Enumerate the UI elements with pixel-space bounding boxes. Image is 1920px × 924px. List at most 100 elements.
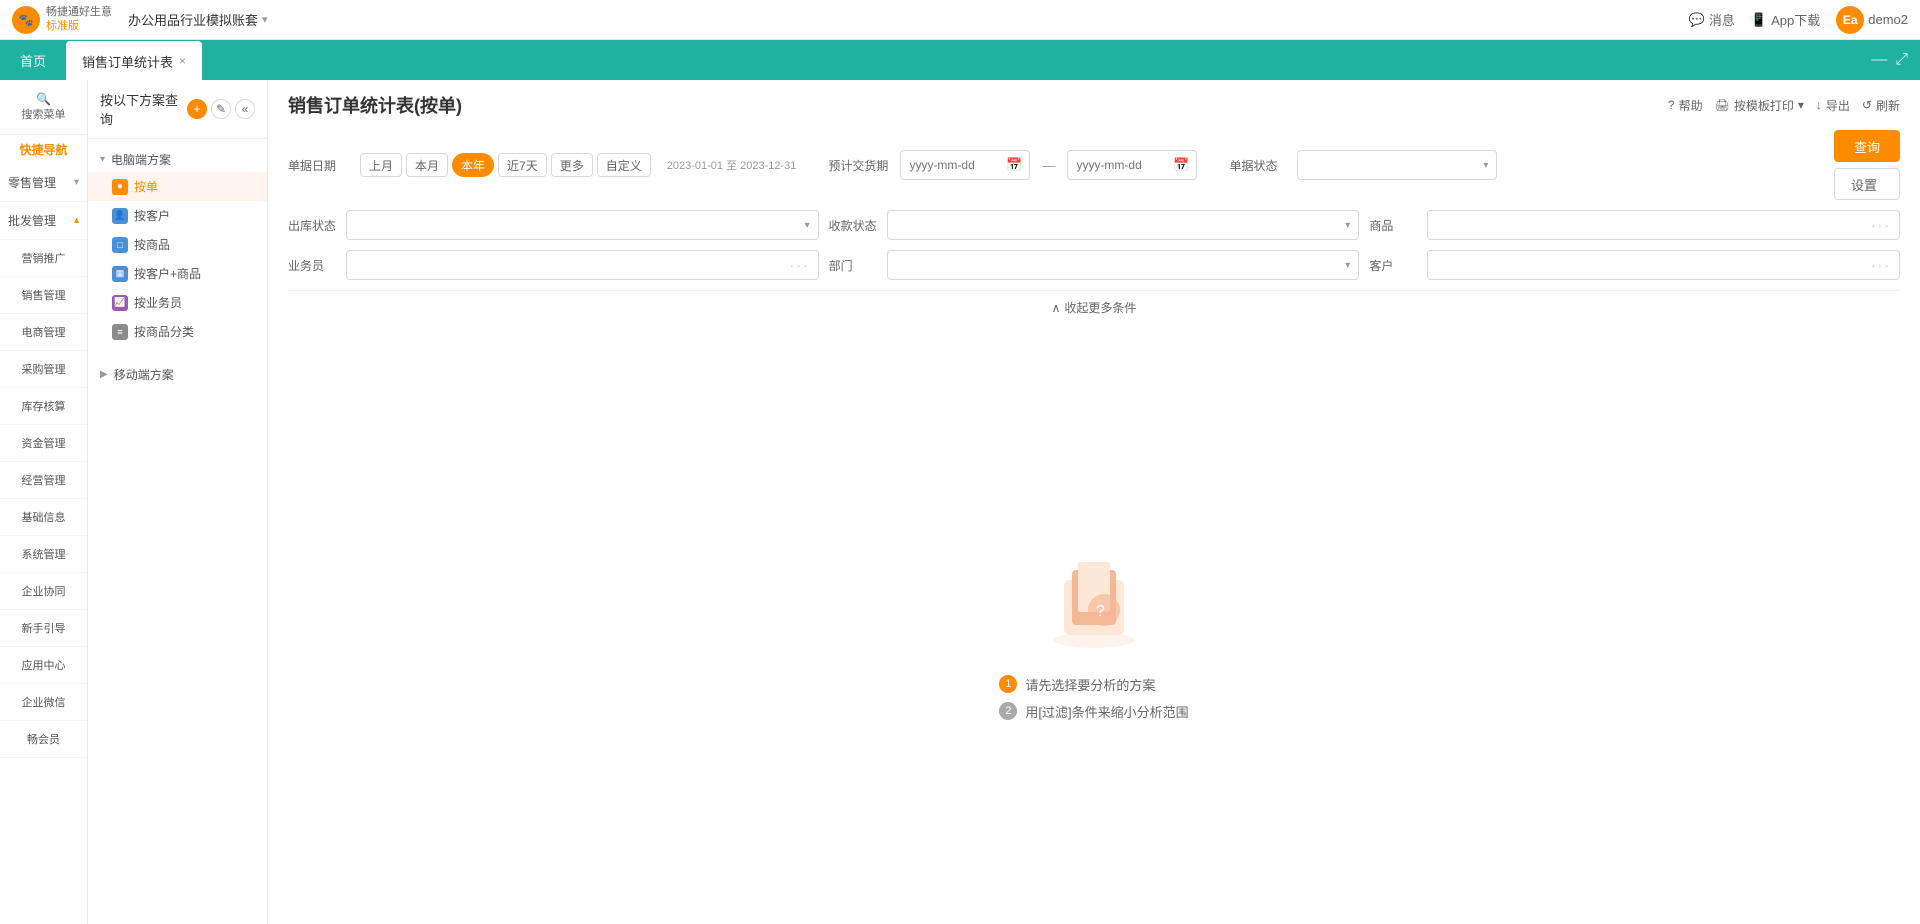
sidebar-item-purchase[interactable]: 采购管理 <box>0 351 87 388</box>
chevron-right-icon: ▶ <box>100 369 108 380</box>
sidebar-item-member[interactable]: 畅会员 <box>0 721 87 758</box>
expected-date-end-wrapper: 📅 <box>1067 150 1197 180</box>
print-button[interactable]: 🖨 按模板打印 ▾ <box>1715 97 1804 114</box>
customer-input[interactable]: ··· <box>1427 250 1900 280</box>
dept-field: 部门 ▾ <box>829 250 1360 280</box>
salesman-input[interactable]: ··· <box>346 250 819 280</box>
sidebar-item-retail[interactable]: 零售管理 ▾ <box>0 164 87 202</box>
out-status-field: 出库状态 ▾ <box>288 210 819 240</box>
sidebar-item-wholesale[interactable]: 批发管理 ▴ <box>0 202 87 240</box>
sidebar-item-app-center[interactable]: 应用中心 <box>0 647 87 684</box>
tab-expand-icon[interactable]: ⤢ <box>1895 51 1908 69</box>
quick-date-this-year[interactable]: 本年 <box>452 153 494 177</box>
sidebar-item-marketing[interactable]: 营销推广 <box>0 240 87 277</box>
scheme-item-icon: ≡ <box>112 324 128 340</box>
quick-date-more[interactable]: 更多 <box>551 153 593 177</box>
tip-num-1: 1 <box>999 675 1017 693</box>
dept-select[interactable]: ▾ <box>887 250 1360 280</box>
scheme-panel: 按以下方案查询 + ✎ « ▾ 电脑端方案 ● 按单 👤 按 <box>88 80 268 924</box>
scheme-item-icon: ▦ <box>112 266 128 282</box>
tab-minimize-icon[interactable]: — <box>1871 51 1887 69</box>
sidebar-item-guide[interactable]: 新手引导 <box>0 610 87 647</box>
calendar-icon-2: 📅 <box>1173 157 1189 173</box>
bill-status-select[interactable]: ▾ <box>1297 150 1497 180</box>
user-menu[interactable]: Ea demo2 <box>1836 6 1908 34</box>
sidebar-item-wechat[interactable]: 企业微信 <box>0 684 87 721</box>
scheme-item-by-order[interactable]: ● 按单 <box>88 172 267 201</box>
out-status-select[interactable]: ▾ <box>346 210 819 240</box>
message-icon: 💬 <box>1689 12 1705 28</box>
avatar: Ea <box>1836 6 1864 34</box>
scheme-add-button[interactable]: + <box>187 99 207 119</box>
ellipsis-icon: ··· <box>1871 217 1891 233</box>
scheme-item-by-salesman[interactable]: 📈 按业务员 <box>88 288 267 317</box>
bill-status-label: 单据状态 <box>1229 157 1285 174</box>
help-button[interactable]: ? 帮助 <box>1668 97 1703 114</box>
goods-input[interactable]: ··· <box>1427 210 1900 240</box>
select-arrow-icon: ▾ <box>805 220 810 231</box>
date-label: 单据日期 <box>288 157 344 174</box>
search-menu-button[interactable]: 🔍 搜索菜单 <box>8 88 79 126</box>
collapse-bar[interactable]: ∧ 收起更多条件 <box>288 290 1900 324</box>
empty-state: ? 1 请先选择要分析的方案 2 用[过滤]条件来缩小分析范围 <box>268 336 1920 924</box>
message-button[interactable]: 💬 消息 <box>1689 10 1735 29</box>
page-title-row: 销售订单统计表(按单) ? 帮助 🖨 按模板打印 ▾ ↓ <box>288 92 1900 118</box>
query-settings-btns: 查询 设置 <box>1834 130 1900 200</box>
page-title: 销售订单统计表(按单) <box>288 92 462 118</box>
phone-icon: 📱 <box>1751 12 1767 28</box>
expected-date-start-wrapper: 📅 <box>900 150 1030 180</box>
ellipsis-icon: ··· <box>1871 257 1891 273</box>
logo-text: 畅捷通好生意 标准版 <box>46 6 112 32</box>
export-button[interactable]: ↓ 导出 <box>1816 97 1850 114</box>
quick-date-last-month[interactable]: 上月 <box>360 153 402 177</box>
scheme-collapse-button[interactable]: « <box>235 99 255 119</box>
sidebar-item-enterprise-collab[interactable]: 企业协同 <box>0 573 87 610</box>
filter-row-2: 出库状态 ▾ 收款状态 ▾ <box>288 210 1900 240</box>
app-download-button[interactable]: 📱 App下载 <box>1751 10 1820 29</box>
scheme-panel-actions: + ✎ « <box>187 99 255 119</box>
scheme-section-desktop: ▾ 电脑端方案 ● 按单 👤 按客户 □ 按商品 ▦ 按客户+商品 <box>88 139 267 354</box>
tab-home[interactable]: 首页 <box>0 40 66 80</box>
quick-date-custom[interactable]: 自定义 <box>597 153 651 177</box>
receipt-status-select[interactable]: ▾ <box>887 210 1360 240</box>
tab-close-icon[interactable]: × <box>179 54 186 68</box>
sidebar-item-ecommerce[interactable]: 电商管理 <box>0 314 87 351</box>
expected-delivery-label: 预计交货期 <box>828 157 888 174</box>
sidebar-item-sales[interactable]: 销售管理 <box>0 277 87 314</box>
scheme-item-by-customer-goods[interactable]: ▦ 按客户+商品 <box>88 259 267 288</box>
tip-num-2: 2 <box>999 702 1017 720</box>
scheme-item-by-category[interactable]: ≡ 按商品分类 <box>88 317 267 346</box>
logo-icon: 🐾 <box>12 6 40 34</box>
sidebar-item-finance[interactable]: 资金管理 <box>0 425 87 462</box>
customer-field: 客户 ··· <box>1369 250 1900 280</box>
scheme-edit-button[interactable]: ✎ <box>211 99 231 119</box>
query-button[interactable]: 查询 <box>1834 130 1900 162</box>
sidebar-search-area: 🔍 搜索菜单 <box>0 80 87 135</box>
settings-button[interactable]: 设置 <box>1834 168 1900 200</box>
help-icon: ? <box>1668 98 1675 112</box>
scheme-panel-header: 按以下方案查询 + ✎ « <box>88 80 267 139</box>
quick-date-this-month[interactable]: 本月 <box>406 153 448 177</box>
sidebar-item-operations[interactable]: 经营管理 <box>0 462 87 499</box>
sidebar-item-system[interactable]: 系统管理 <box>0 536 87 573</box>
chevron-down-icon: ▾ <box>74 177 79 188</box>
goods-field: 商品 ··· <box>1369 210 1900 240</box>
scheme-item-by-customer[interactable]: 👤 按客户 <box>88 201 267 230</box>
quick-date-7days[interactable]: 近7天 <box>498 153 547 177</box>
sidebar-item-inventory[interactable]: 库存核算 <box>0 388 87 425</box>
scheme-item-icon: 📈 <box>112 295 128 311</box>
select-arrow-icon: ▾ <box>1345 260 1350 271</box>
sidebar-quick-nav[interactable]: 快捷导航 <box>0 135 87 164</box>
right-content: 销售订单统计表(按单) ? 帮助 🖨 按模板打印 ▾ ↓ <box>268 80 1920 924</box>
scheme-section-desktop-header[interactable]: ▾ 电脑端方案 <box>88 147 267 172</box>
svg-text:?: ? <box>1096 603 1105 620</box>
tab-active[interactable]: 销售订单统计表 × <box>66 41 202 81</box>
chevron-down-icon: ▾ <box>100 154 105 165</box>
tab-bar: 首页 销售订单统计表 × — ⤢ <box>0 40 1920 80</box>
content-area: 按以下方案查询 + ✎ « ▾ 电脑端方案 ● 按单 👤 按 <box>88 80 1920 924</box>
sidebar-item-basic-info[interactable]: 基础信息 <box>0 499 87 536</box>
refresh-button[interactable]: ↺ 刷新 <box>1862 97 1900 114</box>
empty-tips: 1 请先选择要分析的方案 2 用[过滤]条件来缩小分析范围 <box>999 675 1188 721</box>
scheme-item-by-goods[interactable]: □ 按商品 <box>88 230 267 259</box>
scheme-section-mobile-header[interactable]: ▶ 移动端方案 <box>88 362 267 387</box>
